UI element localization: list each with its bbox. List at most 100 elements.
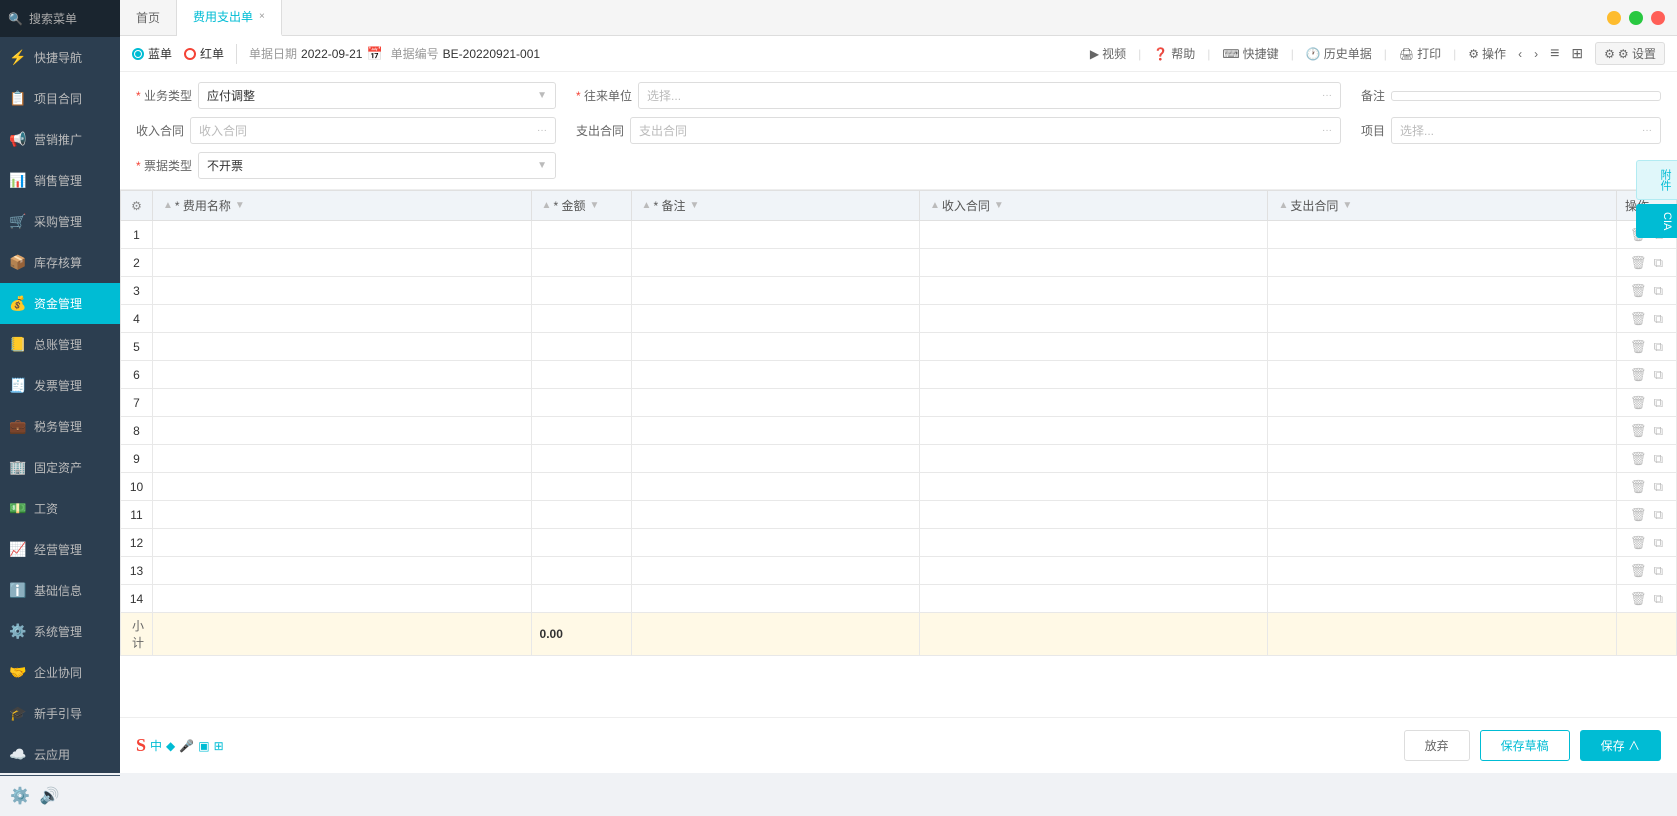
expense-sort-down-icon[interactable]: ▼ [1342, 200, 1352, 211]
delete-row-icon[interactable]: 🗑 [1630, 395, 1647, 410]
cell-income-contract[interactable] [919, 501, 1268, 529]
cell-expense-contract[interactable] [1268, 585, 1617, 613]
cell-amount[interactable] [531, 445, 631, 473]
print-button[interactable]: 🖨 打印 [1399, 45, 1441, 62]
delete-row-icon[interactable]: 🗑 [1630, 283, 1647, 298]
cell-expense-name[interactable] [153, 501, 532, 529]
cell-amount[interactable] [531, 501, 631, 529]
sidebar-item-sys-mgmt[interactable]: ⚙️ 系统管理 [0, 611, 120, 652]
settings-bottom-icon[interactable]: ⚙️ [10, 786, 30, 806]
sidebar-item-quick-nav[interactable]: ⚡ 快捷导航 [0, 37, 120, 78]
copy-row-icon[interactable]: ⧉ [1654, 423, 1663, 438]
sidebar-item-purchase[interactable]: 🛒 采购管理 [0, 201, 120, 242]
history-button[interactable]: 🕐 历史单据 [1306, 45, 1372, 62]
sidebar-item-basic-info[interactable]: ℹ️ 基础信息 [0, 570, 120, 611]
cell-income-contract[interactable] [919, 221, 1268, 249]
sidebar-item-tax[interactable]: 💼 税务管理 [0, 406, 120, 447]
ops-button[interactable]: ⚙ 操作 [1468, 45, 1506, 62]
cell-expense-name[interactable] [153, 389, 532, 417]
cell-expense-name[interactable] [153, 473, 532, 501]
cell-expense-name[interactable] [153, 557, 532, 585]
cell-expense-contract[interactable] [1268, 305, 1617, 333]
sidebar-item-invoice[interactable]: 🧾 发票管理 [0, 365, 120, 406]
sidebar-search[interactable]: 🔍 搜索菜单 [0, 0, 120, 37]
remark-sort-down-icon[interactable]: ▼ [689, 200, 699, 211]
brand-zhong-icon[interactable]: 中 [150, 737, 162, 754]
sidebar-item-cloud-apps[interactable]: ☁️ 云应用 [0, 734, 120, 775]
cell-amount[interactable] [531, 221, 631, 249]
sidebar-item-sales[interactable]: 📊 销售管理 [0, 160, 120, 201]
cell-income-contract[interactable] [919, 557, 1268, 585]
minimize-button[interactable] [1607, 11, 1621, 25]
expense-contract-input[interactable]: 支出合同 ··· [630, 117, 1341, 144]
tab-home[interactable]: 首页 [120, 0, 177, 36]
cell-expense-contract[interactable] [1268, 557, 1617, 585]
cell-amount[interactable] [531, 333, 631, 361]
cell-income-contract[interactable] [919, 305, 1268, 333]
radio-blue[interactable]: 蓝单 [132, 45, 172, 62]
cell-expense-name[interactable] [153, 529, 532, 557]
nav-next-button[interactable]: › [1534, 47, 1538, 61]
cell-amount[interactable] [531, 305, 631, 333]
cell-income-contract[interactable] [919, 529, 1268, 557]
delete-row-icon[interactable]: 🗑 [1630, 339, 1647, 354]
cell-income-contract[interactable] [919, 473, 1268, 501]
copy-row-icon[interactable]: ⧉ [1654, 591, 1663, 606]
radio-red[interactable]: 红单 [184, 45, 224, 62]
cell-expense-contract[interactable] [1268, 277, 1617, 305]
tab-expense[interactable]: 费用支出单 × [177, 0, 282, 36]
delete-row-icon[interactable]: 🗑 [1630, 591, 1647, 606]
cell-income-contract[interactable] [919, 333, 1268, 361]
sidebar-item-capital[interactable]: 💰 资金管理 [0, 283, 120, 324]
sidebar-item-marketing[interactable]: 📢 营销推广 [0, 119, 120, 160]
cell-expense-name[interactable] [153, 585, 532, 613]
copy-row-icon[interactable]: ⧉ [1654, 311, 1663, 326]
help-button[interactable]: ❓ 帮助 [1153, 45, 1195, 62]
sort-up-icon[interactable]: ▲ [163, 200, 173, 211]
cell-expense-name[interactable] [153, 221, 532, 249]
delete-row-icon[interactable]: 🗑 [1630, 255, 1647, 270]
cell-income-contract[interactable] [919, 585, 1268, 613]
cell-remark[interactable] [631, 529, 919, 557]
brand-diamond-icon[interactable]: ◆ [166, 739, 175, 753]
cell-expense-contract[interactable] [1268, 417, 1617, 445]
counterpart-select[interactable]: 选择... ··· [638, 82, 1341, 109]
cell-remark[interactable] [631, 305, 919, 333]
cell-remark[interactable] [631, 585, 919, 613]
cell-remark[interactable] [631, 249, 919, 277]
cell-remark[interactable] [631, 361, 919, 389]
close-button[interactable] [1651, 11, 1665, 25]
sidebar-item-corp-collab[interactable]: 🤝 企业协同 [0, 652, 120, 693]
cell-expense-name[interactable] [153, 417, 532, 445]
copy-row-icon[interactable]: ⧉ [1654, 395, 1663, 410]
remark-input[interactable] [1391, 91, 1661, 101]
cell-remark[interactable] [631, 445, 919, 473]
right-float-cia[interactable]: CIA [1636, 204, 1677, 238]
cell-expense-name[interactable] [153, 305, 532, 333]
copy-row-icon[interactable]: ⧉ [1654, 563, 1663, 578]
cell-amount[interactable] [531, 529, 631, 557]
cell-expense-contract[interactable] [1268, 529, 1617, 557]
brand-grid-icon[interactable]: ⊞ [214, 739, 224, 753]
amount-sort-down-icon[interactable]: ▼ [589, 200, 599, 211]
copy-row-icon[interactable]: ⧉ [1654, 255, 1663, 270]
cell-amount[interactable] [531, 389, 631, 417]
income-sort-down-icon[interactable]: ▼ [994, 200, 1004, 211]
shortcut-button[interactable]: ⌨ 快捷键 [1222, 45, 1278, 62]
copy-row-icon[interactable]: ⧉ [1654, 479, 1663, 494]
cell-income-contract[interactable] [919, 445, 1268, 473]
cell-amount[interactable] [531, 361, 631, 389]
sidebar-item-new-guide[interactable]: 🎓 新手引导 [0, 693, 120, 734]
brand-img-icon[interactable]: ▣ [198, 739, 209, 753]
cell-remark[interactable] [631, 333, 919, 361]
video-button[interactable]: ▶ 视频 [1090, 45, 1126, 62]
delete-row-icon[interactable]: 🗑 [1630, 423, 1647, 438]
cell-expense-contract[interactable] [1268, 221, 1617, 249]
cell-amount[interactable] [531, 249, 631, 277]
view-grid-button[interactable]: ⊞ [1571, 45, 1583, 62]
cell-amount[interactable] [531, 277, 631, 305]
delete-row-icon[interactable]: 🗑 [1630, 311, 1647, 326]
cell-expense-contract[interactable] [1268, 473, 1617, 501]
income-sort-up-icon[interactable]: ▲ [930, 200, 940, 211]
maximize-button[interactable] [1629, 11, 1643, 25]
